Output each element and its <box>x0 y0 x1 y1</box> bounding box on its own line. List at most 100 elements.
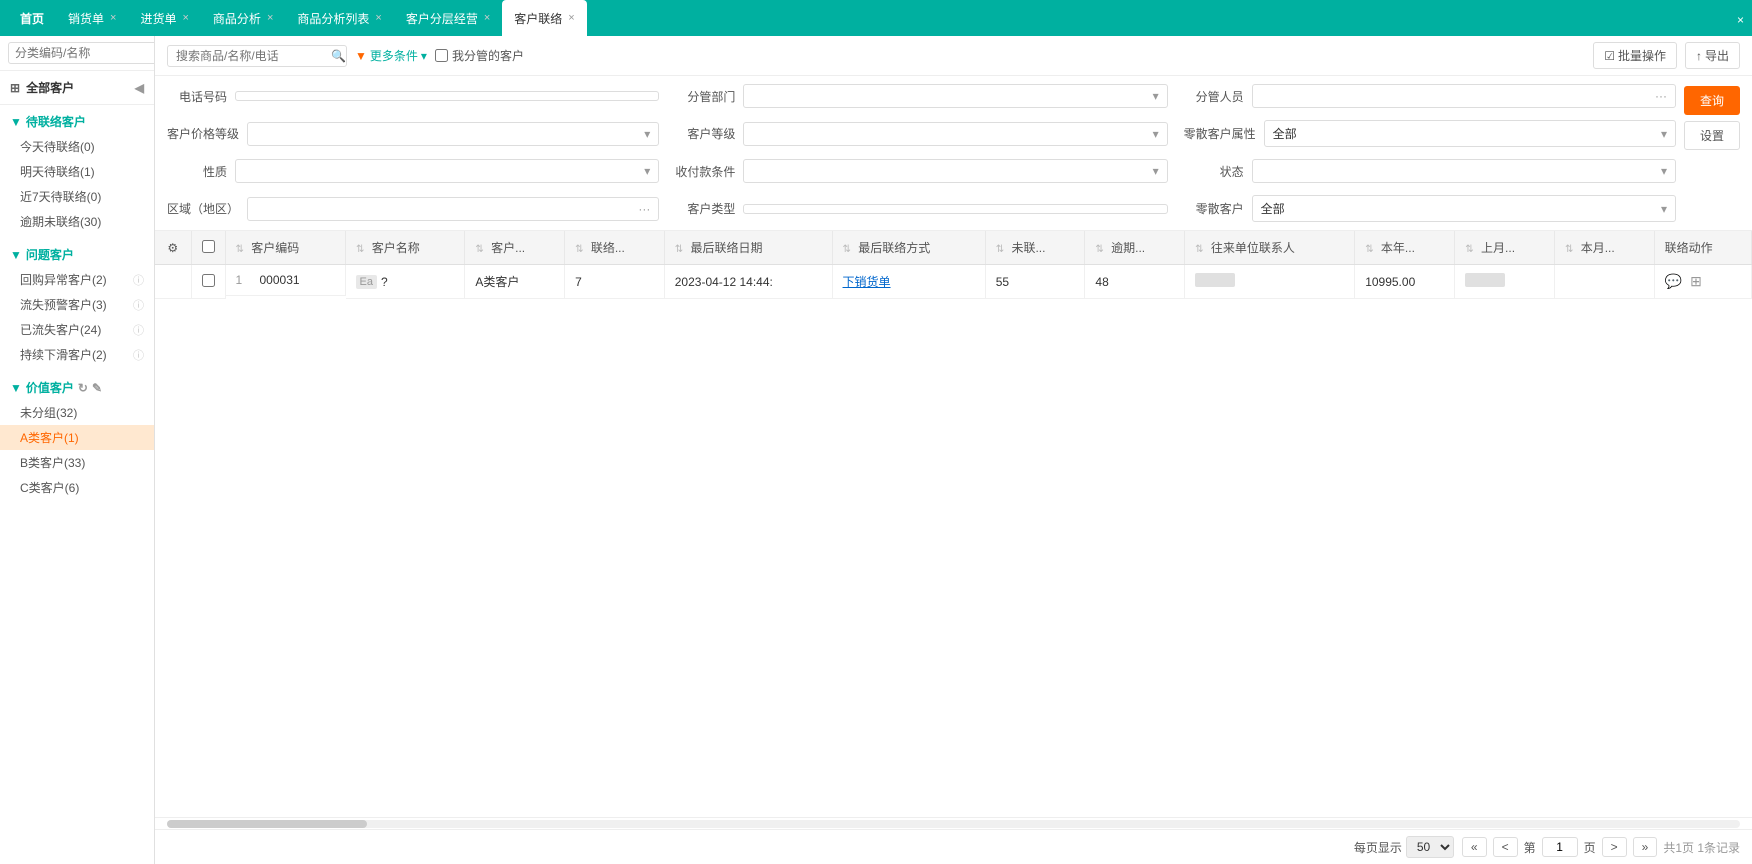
close-sales-icon[interactable]: × <box>110 12 116 24</box>
th-last-contact-date: ⇅ 最后联络日期 <box>664 231 832 265</box>
nav-tab-purchase[interactable]: 进货单 × <box>128 0 200 36</box>
region-dots-icon[interactable]: ··· <box>638 202 650 216</box>
horizontal-scrollbar <box>155 817 1752 829</box>
row-checkbox[interactable] <box>202 274 215 287</box>
filter-manager-input[interactable]: ··· <box>1252 84 1676 108</box>
close-purchase-icon[interactable]: × <box>182 12 188 24</box>
sidebar-item-overdue[interactable]: 逾期未联络(30) <box>0 209 154 234</box>
close-customer-contact-icon[interactable]: × <box>568 12 574 24</box>
sidebar-item-class-b[interactable]: B类客户(33) <box>0 450 154 475</box>
table-header-row: ⚙ ⇅ 客户编码 ⇅ 客户名称 <box>155 231 1752 265</box>
sort-icon-person: ⇅ <box>1195 244 1203 255</box>
name-badge: Ea <box>356 275 377 289</box>
sort-icon-last-month: ⇅ <box>1465 244 1473 255</box>
th-name: ⇅ 客户名称 <box>346 231 465 265</box>
sidebar-item-abnormal[interactable]: 回购异常客户(2) ⓘ <box>0 267 154 292</box>
sidebar-item-tomorrow[interactable]: 明天待联络(1) <box>0 159 154 184</box>
sidebar-item-ungroup[interactable]: 未分组(32) <box>0 400 154 425</box>
query-button[interactable]: 查询 <box>1684 86 1740 115</box>
filter-region-input[interactable]: ··· <box>247 197 659 221</box>
scrollbar-track[interactable] <box>167 820 1740 828</box>
sidebar-item-class-a[interactable]: A类客户(1) <box>0 425 154 450</box>
status-arrow-icon: ▾ <box>1661 164 1667 178</box>
filter-retail-attr-input[interactable]: 全部 ▾ <box>1264 120 1676 147</box>
refresh-icon[interactable]: ↻ <box>78 381 88 395</box>
filter-cust-level-input[interactable]: ▾ <box>743 122 1167 146</box>
my-customers-checkbox-wrapper: 我分管的客户 <box>435 47 524 64</box>
close-goods-list-icon[interactable]: × <box>375 12 381 24</box>
td-name: Ea ? <box>346 265 465 299</box>
sidebar-item-lost[interactable]: 已流失客户(24) ⓘ <box>0 317 154 342</box>
manager-dots-icon[interactable]: ··· <box>1655 89 1667 103</box>
filter-retail-input[interactable]: 全部 ▾ <box>1252 195 1676 222</box>
sidebar-item-declining[interactable]: 持续下滑客户(2) ⓘ <box>0 342 154 367</box>
payment-arrow-icon: ▾ <box>1153 164 1159 178</box>
dept-arrow-icon: ▾ <box>1153 89 1159 103</box>
sort-icon-this-month: ⇅ <box>1565 244 1573 255</box>
sidebar-section-title-pending[interactable]: ▼ 待联络客户 <box>0 109 154 134</box>
gear-icon[interactable]: ⚙ <box>167 241 178 255</box>
edit-icon[interactable]: ✎ <box>92 381 102 395</box>
page-number-input[interactable] <box>1542 837 1578 857</box>
filter-nature-input[interactable]: ▾ <box>235 159 659 183</box>
info-icon-3: ⓘ <box>133 322 144 338</box>
batch-op-button[interactable]: ☑ 批量操作 <box>1593 42 1677 69</box>
action-link-icon[interactable]: ⊞ <box>1690 273 1702 290</box>
filter-row-1: 电话号码 分管部门 ▾ <box>167 84 1676 108</box>
th-last-contact-method: ⇅ 最后联络方式 <box>832 231 985 265</box>
select-all-checkbox[interactable] <box>202 240 215 253</box>
sidebar-item-class-c[interactable]: C类客户(6) <box>0 475 154 500</box>
filter-field-nature: 性质 ▾ <box>167 159 659 183</box>
nav-tab-goods-analysis-list[interactable]: 商品分析列表 × <box>285 0 393 36</box>
more-filters-button[interactable]: ▼ 更多条件 ▾ <box>355 47 427 64</box>
td-actions: 💬 ⊞ <box>1654 265 1751 299</box>
main-search-icon[interactable]: 🔍 <box>331 49 346 63</box>
filter-payment-input[interactable]: ▾ <box>743 159 1167 183</box>
close-goods-analysis-icon[interactable]: × <box>267 12 273 24</box>
th-last-month: ⇅ 上月... <box>1455 231 1555 265</box>
sidebar-item-warning[interactable]: 流失预警客户(3) ⓘ <box>0 292 154 317</box>
settings-button[interactable]: 设置 <box>1684 121 1740 150</box>
last-page-button[interactable]: » <box>1633 837 1658 857</box>
filter-status-input[interactable]: ▾ <box>1252 159 1676 183</box>
th-contact-person: ⇅ 往来单位联系人 <box>1185 231 1355 265</box>
prev-page-button[interactable]: < <box>1493 837 1518 857</box>
nav-tab-customer-contact[interactable]: 客户联络 × <box>502 0 586 36</box>
sidebar-section-title-problem[interactable]: ▼ 问题客户 <box>0 242 154 267</box>
retail-arrow-icon: ▾ <box>1661 202 1667 216</box>
filter-dept-input[interactable]: ▾ <box>743 84 1167 108</box>
scrollbar-thumb[interactable] <box>167 820 367 828</box>
action-chat-icon[interactable]: 💬 <box>1665 273 1682 290</box>
filter-field-payment: 收付款条件 ▾ <box>675 159 1167 183</box>
main-search-input[interactable] <box>176 49 331 63</box>
close-customer-tier-icon[interactable]: × <box>484 12 490 24</box>
sidebar-search-input[interactable] <box>8 42 155 64</box>
nav-tab-goods-analysis[interactable]: 商品分析 × <box>201 0 285 36</box>
filter-cust-type-input[interactable] <box>743 204 1167 214</box>
sidebar-section-title-value[interactable]: ▼ 价值客户 ↻ ✎ <box>0 375 154 400</box>
nav-tab-sales[interactable]: 销货单 × <box>56 0 128 36</box>
th-this-year: ⇅ 本年... <box>1355 231 1455 265</box>
my-customers-checkbox[interactable] <box>435 49 448 62</box>
td-check <box>191 265 225 299</box>
top-nav: 首页 销货单 × 进货单 × 商品分析 × 商品分析列表 × 客户分层经营 × … <box>0 0 1752 36</box>
page-size-select[interactable]: 50 <box>1406 836 1454 858</box>
filter-row-4: 区域（地区） ··· 客户类型 <box>167 195 1676 222</box>
first-page-button[interactable]: « <box>1462 837 1487 857</box>
filter-price-level-input[interactable]: ▾ <box>247 122 659 146</box>
sort-icon-overdue: ⇅ <box>1095 244 1103 255</box>
main-search-box: 🔍 <box>167 45 347 67</box>
close-all-button[interactable]: × <box>1737 8 1744 29</box>
export-button[interactable]: ↑ 导出 <box>1685 42 1740 69</box>
sidebar-item-today[interactable]: 今天待联络(0) <box>0 134 154 159</box>
nav-tab-home[interactable]: 首页 <box>8 0 56 36</box>
sidebar-item-7days[interactable]: 近7天待联络(0) <box>0 184 154 209</box>
sidebar-collapse-icon[interactable]: ◀ <box>135 81 144 95</box>
cust-level-arrow-icon: ▾ <box>1153 127 1159 141</box>
grid-icon: ⊞ <box>10 81 20 95</box>
sort-icon-name: ⇅ <box>356 244 364 255</box>
nav-tab-customer-tier[interactable]: 客户分层经营 × <box>394 0 502 36</box>
footer-pagination: 每页显示 50 « < 第 页 > » 共1页 1条记录 <box>155 829 1752 864</box>
next-page-button[interactable]: > <box>1602 837 1627 857</box>
filter-phone-input[interactable] <box>235 91 659 101</box>
